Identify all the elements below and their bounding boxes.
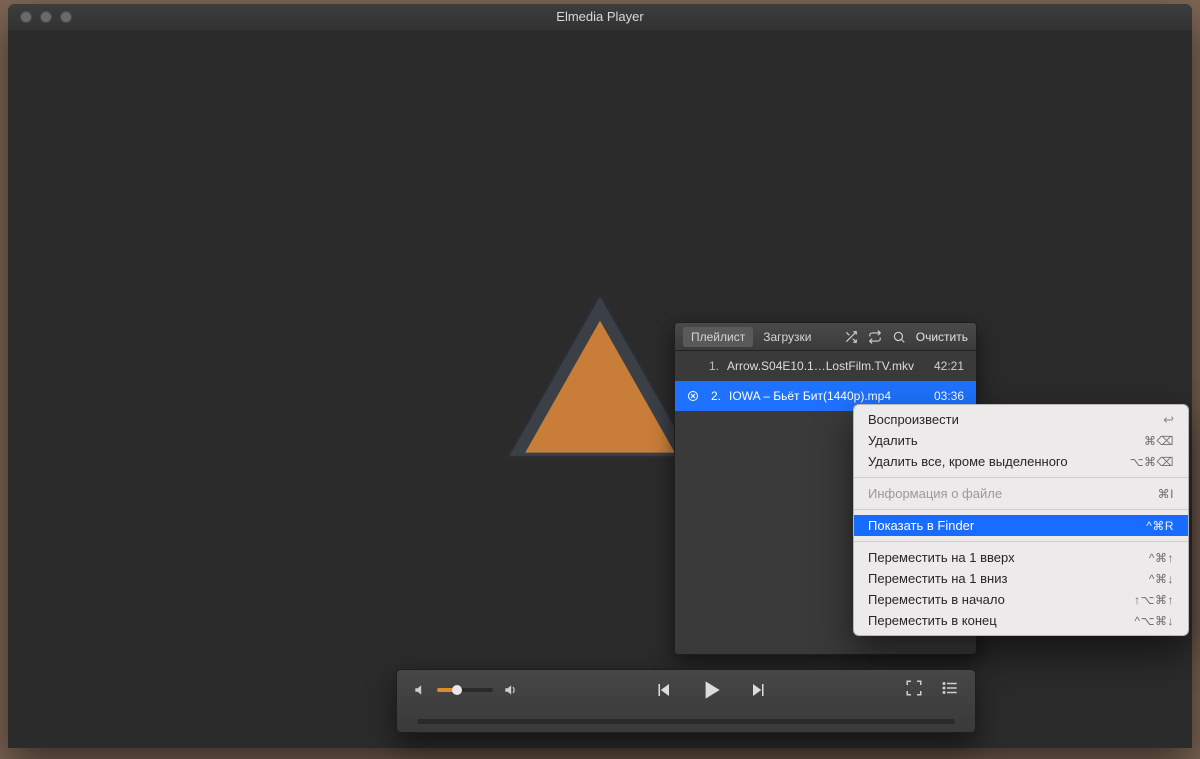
ctx-label: Воспроизвести xyxy=(868,412,1163,427)
remove-item-icon[interactable] xyxy=(687,390,699,402)
ctx-move-top[interactable]: Переместить в начало↑⌥⌘↑ xyxy=(854,589,1188,610)
repeat-icon[interactable] xyxy=(868,330,882,344)
ctx-label: Переместить в конец xyxy=(868,613,1135,628)
ctx-label: Удалить все, кроме выделенного xyxy=(868,454,1130,469)
ctx-shortcut: ⌘⌫ xyxy=(1144,434,1174,448)
playlist-tabs: Плейлист Загрузки xyxy=(683,327,820,347)
seek-row xyxy=(397,711,975,732)
next-button[interactable] xyxy=(750,681,768,699)
ctx-reveal-in-finder[interactable]: Показать в Finder^⌘R xyxy=(854,515,1188,536)
clear-playlist-label: Очистить xyxy=(916,330,968,344)
close-window-icon[interactable] xyxy=(20,11,32,23)
ctx-play[interactable]: Воспроизвести↩ xyxy=(854,409,1188,430)
video-area[interactable] xyxy=(8,30,1192,748)
ctx-label: Переместить на 1 вниз xyxy=(868,571,1149,586)
ctx-label: Удалить xyxy=(868,433,1144,448)
tab-playlist[interactable]: Плейлист xyxy=(683,327,753,347)
volume-max-icon[interactable] xyxy=(503,683,517,697)
ctx-file-info: Информация о файле⌘I xyxy=(854,483,1188,504)
tab-playlist-label: Плейлист xyxy=(691,330,745,344)
playlist-item-index: 2. xyxy=(711,389,721,403)
playlist-item[interactable]: 1. Arrow.S04E10.1…LostFilm.TV.mkv 42:21 xyxy=(675,351,976,381)
zoom-window-icon[interactable] xyxy=(60,11,72,23)
playlist-toggle-icon[interactable] xyxy=(941,679,959,702)
playlist-item-name: Arrow.S04E10.1…LostFilm.TV.mkv xyxy=(727,359,926,373)
ctx-move-bottom[interactable]: Переместить в конец^⌥⌘↓ xyxy=(854,610,1188,631)
shuffle-icon[interactable] xyxy=(844,330,858,344)
ctx-shortcut: ^⌘R xyxy=(1146,519,1174,533)
playlist-header: Плейлист Загрузки Очистить xyxy=(675,323,976,351)
playlist-item-index: 1. xyxy=(709,359,719,373)
playback-controls xyxy=(396,669,976,733)
app-window: Elmedia Player Плейлист Загрузки Очистит… xyxy=(8,4,1192,748)
ctx-label: Информация о файле xyxy=(868,486,1158,501)
ctx-delete-others[interactable]: Удалить все, кроме выделенного⌥⌘⌫ xyxy=(854,451,1188,472)
volume-slider[interactable] xyxy=(437,688,493,692)
ctx-shortcut: ⌥⌘⌫ xyxy=(1130,455,1174,469)
seek-slider[interactable] xyxy=(417,719,955,724)
ctx-shortcut: ^⌘↑ xyxy=(1149,551,1174,565)
tab-downloads-label: Загрузки xyxy=(763,330,811,344)
ctx-shortcut: ^⌥⌘↓ xyxy=(1135,614,1174,628)
ctx-shortcut: ^⌘↓ xyxy=(1149,572,1174,586)
window-controls xyxy=(20,11,72,23)
titlebar[interactable]: Elmedia Player xyxy=(8,4,1192,30)
ctx-move-down[interactable]: Переместить на 1 вниз^⌘↓ xyxy=(854,568,1188,589)
playlist-item-name: IOWA – Бьёт Бит(1440p).mp4 xyxy=(729,389,926,403)
playlist-item-duration: 03:36 xyxy=(934,389,964,403)
menu-separator xyxy=(854,509,1188,510)
ctx-label: Переместить в начало xyxy=(868,592,1134,607)
ctx-label: Показать в Finder xyxy=(868,518,1146,533)
transport-controls xyxy=(654,677,768,703)
volume-group xyxy=(413,683,517,697)
context-menu: Воспроизвести↩ Удалить⌘⌫ Удалить все, кр… xyxy=(853,404,1189,636)
menu-separator xyxy=(854,477,1188,478)
previous-button[interactable] xyxy=(654,681,672,699)
playlist-item-duration: 42:21 xyxy=(934,359,964,373)
menu-separator xyxy=(854,541,1188,542)
minimize-window-icon[interactable] xyxy=(40,11,52,23)
ctx-shortcut: ⌘I xyxy=(1158,487,1174,501)
play-button[interactable] xyxy=(698,677,724,703)
clear-playlist-button[interactable]: Очистить xyxy=(916,330,968,344)
ctx-shortcut: ↑⌥⌘↑ xyxy=(1134,593,1174,607)
volume-thumb[interactable] xyxy=(452,685,462,695)
ctx-delete[interactable]: Удалить⌘⌫ xyxy=(854,430,1188,451)
search-icon[interactable] xyxy=(892,330,906,344)
return-icon: ↩ xyxy=(1163,412,1174,428)
window-title: Elmedia Player xyxy=(8,4,1192,30)
fullscreen-icon[interactable] xyxy=(905,679,923,702)
ctx-label: Переместить на 1 вверх xyxy=(868,550,1149,565)
tab-downloads[interactable]: Загрузки xyxy=(755,327,819,347)
volume-mute-icon[interactable] xyxy=(413,683,427,697)
ctx-move-up[interactable]: Переместить на 1 вверх^⌘↑ xyxy=(854,547,1188,568)
